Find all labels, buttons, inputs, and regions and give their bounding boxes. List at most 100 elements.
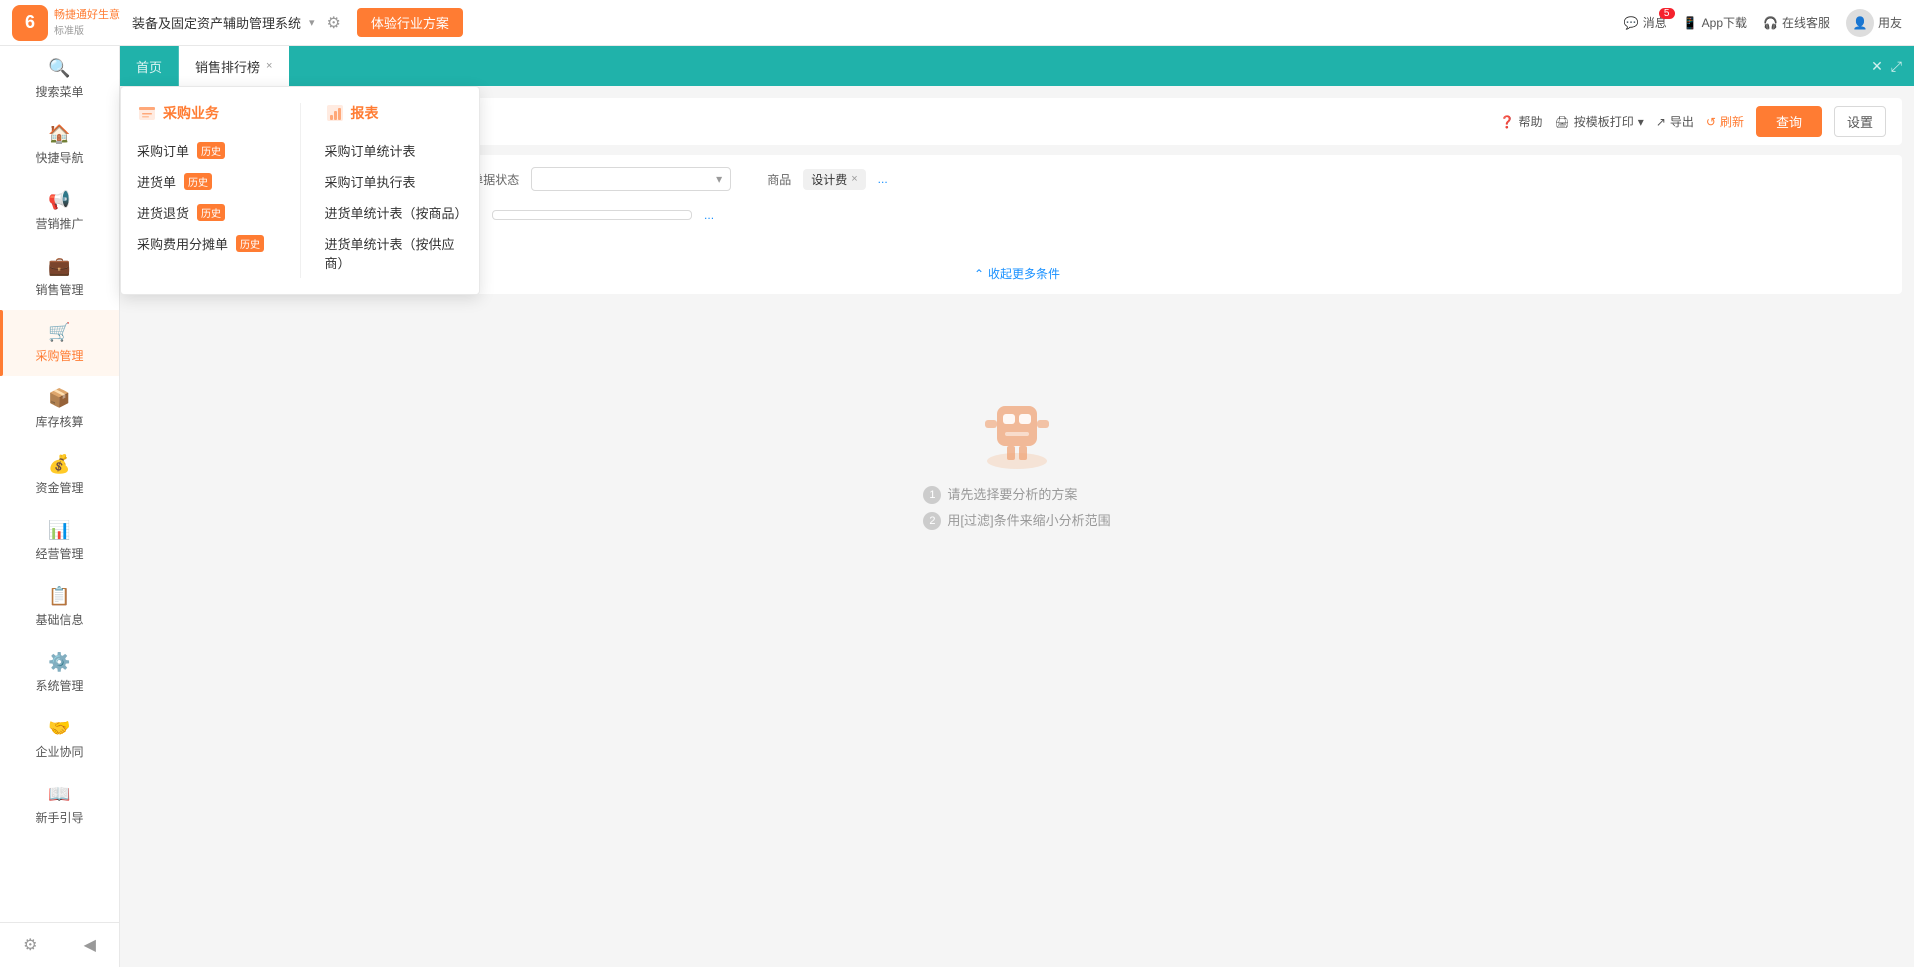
sidebar-item-inventory[interactable]: 📦 库存核算	[0, 376, 119, 442]
sidebar-item-guide[interactable]: 📖 新手引导	[0, 772, 119, 838]
sidebar-item-purchase[interactable]: 🛒 采购管理	[0, 310, 119, 376]
sidebar-item-label: 基础信息	[35, 611, 83, 628]
dropdown-item-report-4[interactable]: 进货单统计表（按供应商）	[325, 228, 464, 278]
industry-btn[interactable]: 体验行业方案	[357, 8, 463, 37]
tab-close-icon[interactable]: ×	[266, 60, 272, 72]
empty-hints: 1 请先选择要分析的方案 2 用[过滤]条件来缩小分析范围	[923, 482, 1110, 534]
topbar-settings-icon[interactable]: ⚙	[327, 13, 341, 33]
online-service-label: 在线客服	[1782, 14, 1830, 31]
export-icon: ↗	[1656, 115, 1666, 129]
topbar: 6 畅捷通好生意 标准版 装备及固定资产辅助管理系统 ▾ ⚙ 体验行业方案 💬 …	[0, 0, 1914, 46]
goods-more-btn[interactable]: ...	[878, 172, 888, 186]
history-badge-0: 历史	[197, 142, 225, 159]
sidebar-item-quick-nav[interactable]: 🏠 快捷导航	[0, 112, 119, 178]
sidebar-item-label: 系统管理	[35, 677, 83, 694]
user-action[interactable]: 👤 用友	[1846, 9, 1902, 37]
print-label: 按模板打印	[1574, 113, 1634, 130]
sidebar-item-system[interactable]: ⚙️ 系统管理	[0, 640, 119, 706]
purchase-col: 采购业务 采购订单 历史 进货单 历史 进货退货 历史 采购费用分摊单 历史	[137, 103, 276, 278]
sys-title-dropdown-icon[interactable]: ▾	[309, 16, 315, 29]
dropdown-item-purchase-receipt[interactable]: 进货单 历史	[137, 166, 276, 197]
dropdown-item-purchase-return[interactable]: 进货退货 历史	[137, 197, 276, 228]
salesperson-more-btn[interactable]: ...	[704, 208, 714, 222]
sidebar-item-search-menu[interactable]: 🔍 搜索菜单	[0, 46, 119, 112]
refresh-label: 刷新	[1720, 113, 1744, 130]
dropdown-item-report-label-4: 进货单统计表（按供应商）	[325, 234, 464, 272]
dropdown-item-purchase-expense[interactable]: 采购费用分摊单 历史	[137, 228, 276, 259]
hint-item-1: 1 请先选择要分析的方案	[923, 482, 1110, 508]
money-icon: 💰	[48, 454, 70, 475]
tab-sales-rank-label: 销售排行榜	[195, 57, 260, 76]
sidebar-item-sales[interactable]: 💼 销售管理	[0, 244, 119, 310]
dropdown-divider	[300, 103, 301, 278]
help-label: 帮助	[1519, 113, 1543, 130]
chart-icon: 📊	[48, 520, 70, 541]
sidebar-item-label: 新手引导	[35, 809, 83, 826]
sidebar-item-label: 库存核算	[35, 413, 83, 430]
settings-bottom-icon[interactable]: ⚙	[23, 935, 37, 955]
tab-home-label: 首页	[136, 57, 162, 76]
goods-tag: 设计费 ×	[803, 169, 865, 190]
empty-illustration	[967, 386, 1067, 466]
gear-icon: ⚙️	[48, 652, 70, 673]
refresh-btn[interactable]: ↺ 刷新	[1706, 113, 1744, 130]
doc-status-arrow: ▾	[716, 172, 722, 186]
home-icon: 🏠	[48, 124, 70, 145]
dropdown-item-report-1[interactable]: 采购订单统计表	[325, 135, 464, 166]
sidebar-item-label: 搜索菜单	[35, 83, 83, 100]
sidebar-item-label: 采购管理	[35, 347, 83, 364]
sidebar-item-label: 销售管理	[35, 281, 83, 298]
book-icon: 📖	[48, 784, 70, 805]
sidebar-item-label: 资金管理	[35, 479, 83, 496]
query-button[interactable]: 查询	[1756, 106, 1822, 137]
doc-status-select[interactable]: ▾	[531, 167, 731, 191]
message-icon: 💬	[1624, 16, 1639, 30]
sidebar-item-enterprise[interactable]: 🤝 企业协同	[0, 706, 119, 772]
dropdown-item-purchase-order[interactable]: 采购订单 历史	[137, 135, 276, 166]
tabbar-right: ✕ ⤢	[1859, 46, 1914, 86]
app-download-action[interactable]: 📱 App下载	[1683, 14, 1747, 31]
sidebar-item-finance[interactable]: 💰 资金管理	[0, 442, 119, 508]
purchase-col-title: 采购业务	[137, 103, 276, 123]
sidebar-bottom: ⚙ ◀	[0, 922, 119, 967]
sidebar-item-operations[interactable]: 📊 经营管理	[0, 508, 119, 574]
refresh-icon: ↺	[1706, 115, 1716, 129]
report-col: 报表 采购订单统计表 采购订单执行表 进货单统计表（按商品） 进货单统计表（按供…	[325, 103, 464, 278]
export-btn[interactable]: ↗ 导出	[1656, 113, 1694, 130]
message-action[interactable]: 💬 消息 5	[1624, 14, 1667, 31]
sidebar: 🔍 搜索菜单 🏠 快捷导航 📢 营销推广 💼 销售管理 🛒 采购管理 📦 库存核…	[0, 46, 120, 967]
report-col-title-text: 报表	[351, 103, 379, 123]
hint-num-2: 2	[923, 512, 941, 530]
tabbar-expand-icon[interactable]: ⤢	[1891, 58, 1902, 75]
logo-sub: 标准版	[54, 22, 120, 37]
print-arrow-icon: ▾	[1638, 115, 1644, 129]
empty-state: 1 请先选择要分析的方案 2 用[过滤]条件来缩小分析范围	[132, 306, 1902, 614]
online-service-action[interactable]: 🎧 在线客服	[1763, 14, 1830, 31]
collapse-icon[interactable]: ◀	[84, 935, 96, 955]
sidebar-item-basic-info[interactable]: 📋 基础信息	[0, 574, 119, 640]
avatar: 👤	[1846, 9, 1874, 37]
help-btn[interactable]: ❓ 帮助	[1500, 113, 1543, 130]
print-icon: 🖨	[1555, 115, 1570, 129]
tabbar-close-icon[interactable]: ✕	[1871, 58, 1883, 75]
search-icon: 🔍	[48, 58, 70, 79]
settings-button[interactable]: 设置	[1834, 106, 1886, 137]
clipboard-icon: 📋	[48, 586, 70, 607]
sidebar-item-marketing[interactable]: 📢 营销推广	[0, 178, 119, 244]
dropdown-item-label: 进货退货	[137, 203, 189, 222]
logo-text: 畅捷通好生意	[54, 8, 120, 22]
dropdown-item-report-2[interactable]: 采购订单执行表	[325, 166, 464, 197]
hint-text-2: 用[过滤]条件来缩小分析范围	[947, 508, 1110, 534]
goods-tag-remove[interactable]: ×	[851, 173, 857, 185]
sidebar-item-label: 营销推广	[35, 215, 83, 232]
sys-title: 装备及固定资产辅助管理系统	[132, 13, 301, 32]
history-badge-2: 历史	[197, 204, 225, 221]
tab-sales-rank[interactable]: 销售排行榜 ×	[179, 46, 289, 86]
headset-icon: 🎧	[1763, 16, 1778, 30]
dropdown-item-label: 进货单	[137, 172, 176, 191]
purchase-col-icon	[137, 103, 157, 123]
dropdown-item-report-3[interactable]: 进货单统计表（按商品）	[325, 197, 464, 228]
print-btn[interactable]: 🖨 按模板打印 ▾	[1555, 113, 1644, 130]
salesperson-select[interactable]	[492, 210, 692, 220]
tab-home[interactable]: 首页	[120, 46, 179, 86]
